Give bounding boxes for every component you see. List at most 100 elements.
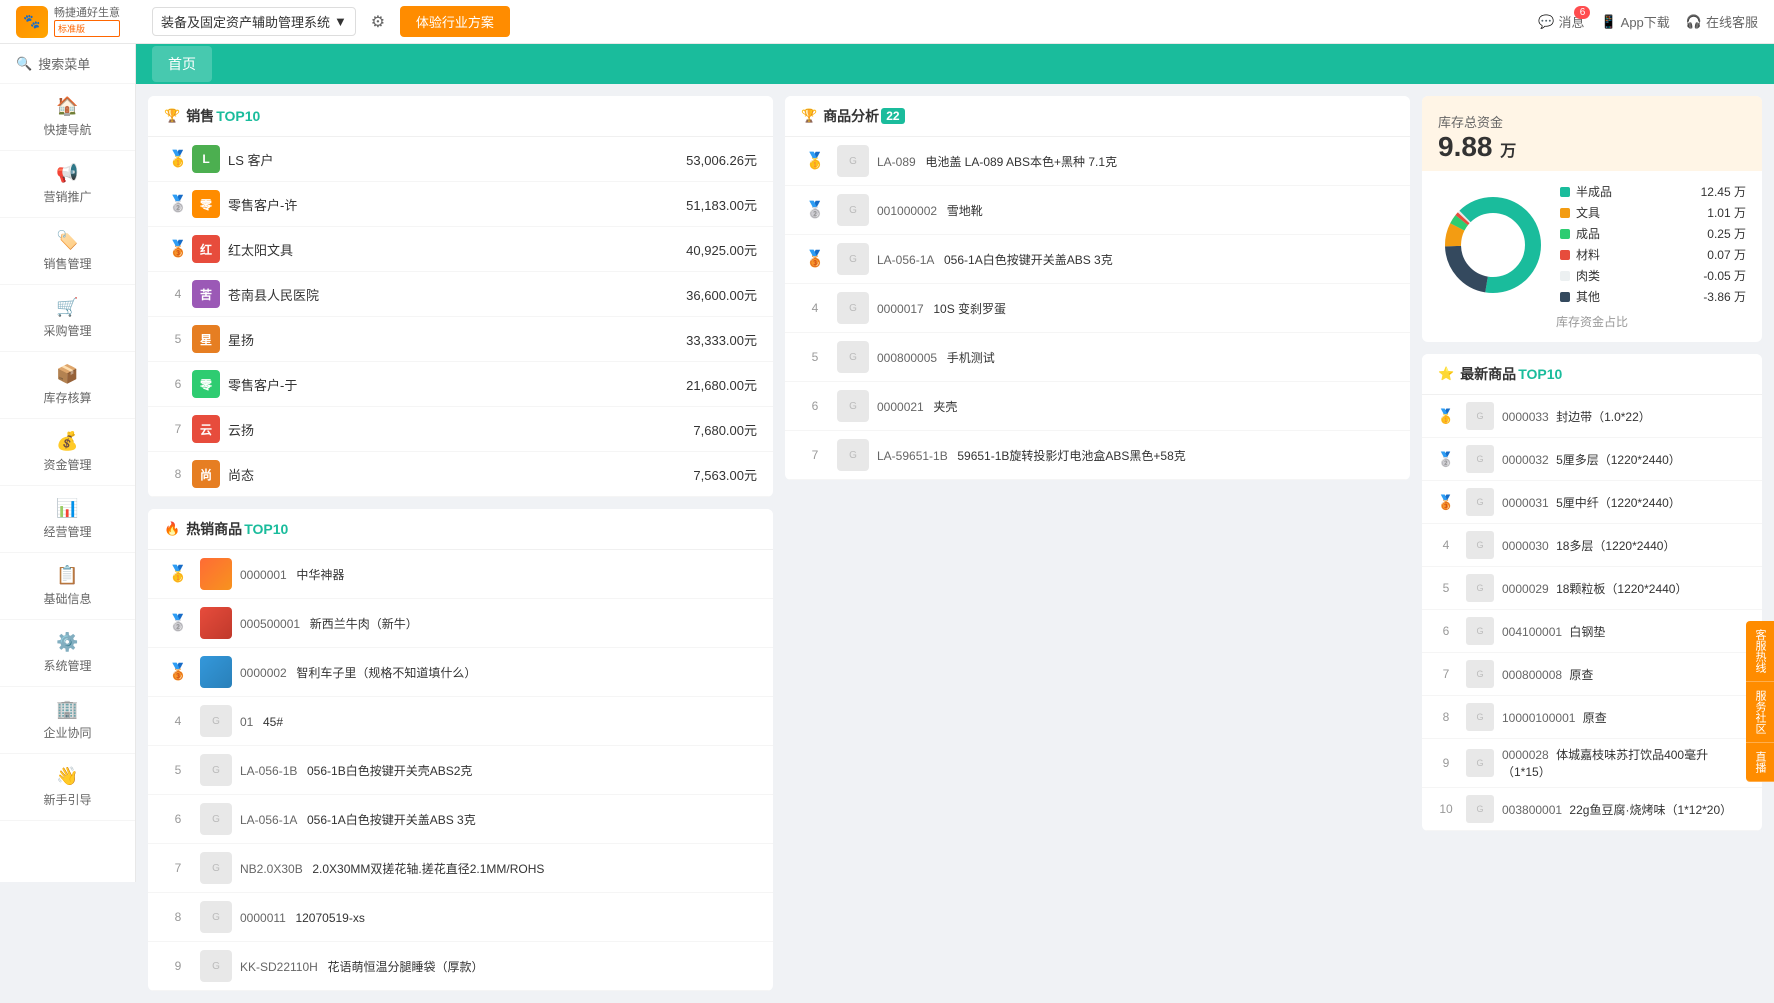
hot-products-card: 🔥 热销商品 TOP10 🥇 0000001 中华神器 🥈 000500001 … [148, 509, 773, 991]
sidebar-item-finance[interactable]: 💰 资金管理 [0, 419, 135, 486]
customer-row[interactable]: 🥉 红 红太阳文具 40,925.00元 [148, 227, 773, 272]
latest-product-row[interactable]: 7 G 000800008 原查 [1422, 653, 1762, 696]
latest-products-card: ⭐ 最新商品 TOP10 🥇 G 0000033 封边带（1.0*22） 🥈 G… [1422, 354, 1762, 831]
app-download-label: App下载 [1621, 12, 1670, 31]
rank-cell: 🥈 [164, 194, 192, 214]
hot-product-row[interactable]: 5 G LA-056-1B 056-1B白色按键开关壳ABS2克 [148, 746, 773, 795]
mid-product-row[interactable]: 🥇 G LA-089 电池盖 LA-089 ABS本色+黑种 7.1克 [785, 137, 1410, 186]
sidebar-item-purchase[interactable]: 🛒 采购管理 [0, 285, 135, 352]
sidebar-item-quick-nav[interactable]: 🏠 快捷导航 [0, 84, 135, 151]
sidebar-item-enterprise[interactable]: 🏢 企业协同 [0, 687, 135, 754]
trial-button[interactable]: 体验行业方案 [400, 6, 510, 37]
customer-row[interactable]: 6 零 零售客户-于 21,680.00元 [148, 362, 773, 407]
hot-products-list: 🥇 0000001 中华神器 🥈 000500001 新西兰牛肉（新牛） 🥉 0… [148, 550, 773, 991]
hot-product-row[interactable]: 6 G LA-056-1A 056-1A白色按键开关盖ABS 3克 [148, 795, 773, 844]
rank-cell: 🥇 [801, 151, 829, 171]
sidebar-search[interactable]: 🔍 搜索菜单 [0, 44, 135, 84]
hot-product-row[interactable]: 7 G NB2.0X30B 2.0X30MM双搓花轴.搓花直径2.1MM/ROH… [148, 844, 773, 893]
latest-product-row[interactable]: 8 G 10000100001 原查 [1422, 696, 1762, 739]
rank-number: 4 [175, 714, 182, 728]
sales-icon: 🏷️ [56, 230, 78, 251]
app-download-button[interactable]: 📱 App下载 [1600, 12, 1669, 31]
sidebar-item-basic-info[interactable]: 📋 基础信息 [0, 553, 135, 620]
product-image [200, 656, 232, 688]
hot-product-row[interactable]: 🥈 000500001 新西兰牛肉（新牛） [148, 599, 773, 648]
rank-cell: 5 [801, 350, 829, 364]
rank-cell: 7 [1434, 667, 1458, 681]
mid-product-row[interactable]: 🥉 G LA-056-1A 056-1A白色按键开关盖ABS 3克 [785, 235, 1410, 284]
search-icon: 🔍 [16, 56, 32, 72]
latest-product-row[interactable]: 4 G 0000030 18多层（1220*2440） [1422, 524, 1762, 567]
latest-product-row[interactable]: 🥉 G 0000031 5厘中纤（1220*2440） [1422, 481, 1762, 524]
sidebar-item-marketing[interactable]: 📢 营销推广 [0, 151, 135, 218]
customer-avatar: 星 [192, 325, 220, 353]
lp-code: 004100001 [1502, 625, 1562, 639]
mid-product-row[interactable]: 🥈 G 001000002 雪地靴 [785, 186, 1410, 235]
product-name: 电池盖 LA-089 ABS本色+黑种 7.1克 [925, 155, 1117, 169]
rank-cell: 7 [164, 422, 192, 436]
hot-product-row[interactable]: 🥇 0000001 中华神器 [148, 550, 773, 599]
inventory-unit: 万 [1500, 143, 1516, 160]
medal-icon: 🥈 [168, 194, 188, 214]
customer-row[interactable]: 4 苦 苍南县人民医院 36,600.00元 [148, 272, 773, 317]
latest-product-row[interactable]: 5 G 0000029 18颗粒板（1220*2440） [1422, 567, 1762, 610]
sidebar-item-inventory[interactable]: 📦 库存核算 [0, 352, 135, 419]
mid-product-row[interactable]: 4 G 0000017 10S 变刹罗蛋 [785, 284, 1410, 333]
customer-row[interactable]: 5 星 星扬 33,333.00元 [148, 317, 773, 362]
hot-product-row[interactable]: 8 G 0000011 12070519-xs [148, 893, 773, 942]
mid-product-row[interactable]: 6 G 0000021 夹壳 [785, 382, 1410, 431]
legend-label-row: 文具 [1560, 204, 1707, 221]
system-selector[interactable]: 装备及固定资产辅助管理系统 ▼ [152, 7, 356, 36]
hot-product-row[interactable]: 🥉 0000002 智利车子里（规格不知道填什么） [148, 648, 773, 697]
online-service-button[interactable]: 🎧 在线客服 [1686, 12, 1758, 31]
legend-value: 12.45 万 [1701, 183, 1746, 200]
cs-live-button[interactable]: 直播 [1746, 743, 1774, 782]
customer-row[interactable]: 8 尚 尚态 7,563.00元 [148, 452, 773, 497]
nav-tab-home[interactable]: 首页 [152, 46, 212, 82]
rank-number: 5 [168, 332, 188, 346]
legend-dot [1560, 250, 1570, 260]
rank-number: 8 [168, 467, 188, 481]
customer-amount: 40,925.00元 [686, 240, 757, 259]
lp-image: G [1466, 445, 1494, 473]
customer-row[interactable]: 🥈 零 零售客户-许 51,183.00元 [148, 182, 773, 227]
inventory-chart-area: 半成品 12.45 万 文具 1.01 万 成品 0.25 万 材料 0.07 … [1422, 171, 1762, 342]
cs-community-button[interactable]: 服务社区 [1746, 682, 1774, 743]
product-name: 056-1B白色按键开关壳ABS2克 [307, 764, 472, 778]
product-name: 45# [263, 715, 283, 729]
sidebar-item-system[interactable]: ⚙️ 系统管理 [0, 620, 135, 687]
gear-button[interactable]: ⚙ [364, 8, 392, 36]
customer-avatar: L [192, 145, 220, 173]
customer-name: 尚态 [228, 465, 693, 484]
mid-product-row[interactable]: 7 G LA-59651-1B 59651-1B旋转投影灯电池盒ABS黑色+58… [785, 431, 1410, 480]
legend-item: 半成品 12.45 万 [1560, 183, 1746, 200]
lp-code: 10000100001 [1502, 711, 1575, 725]
chevron-down-icon: ▼ [334, 14, 347, 29]
medal-icon: 🥈 [805, 200, 825, 220]
latest-product-row[interactable]: 🥈 G 0000032 5厘多层（1220*2440） [1422, 438, 1762, 481]
latest-product-row[interactable]: 10 G 003800001 22g鱼豆腐·烧烤味（1*12*20） [1422, 788, 1762, 831]
product-code: 01 [240, 715, 253, 729]
latest-product-row[interactable]: 🥇 G 0000033 封边带（1.0*22） [1422, 395, 1762, 438]
legend-name: 文具 [1576, 204, 1600, 221]
sidebar-item-operations[interactable]: 📊 经营管理 [0, 486, 135, 553]
sidebar-item-guide[interactable]: 👋 新手引导 [0, 754, 135, 821]
latest-product-row[interactable]: 9 G 0000028 体城嘉枝味苏打饮品400毫升（1*15） [1422, 739, 1762, 788]
customer-row[interactable]: 7 云 云扬 7,680.00元 [148, 407, 773, 452]
hot-product-row[interactable]: 4 G 01 45# [148, 697, 773, 746]
legend-dot [1560, 187, 1570, 197]
search-label: 搜索菜单 [38, 54, 90, 73]
latest-product-row[interactable]: 6 G 004100001 白钢垫 [1422, 610, 1762, 653]
customer-row[interactable]: 🥇 L LS 客户 53,006.26元 [148, 137, 773, 182]
sidebar-item-sales[interactable]: 🏷️ 销售管理 [0, 218, 135, 285]
product-code: 0000011 [240, 911, 286, 925]
hot-product-row[interactable]: 9 G KK-SD22110H 花语萌恒温分腿睡袋（厚款） [148, 942, 773, 991]
rank-cell: 🥉 [164, 662, 192, 682]
content-grid: 🏆 销售 TOP10 🥇 L LS 客户 53,006.26元 🥈 零 零售客户… [136, 84, 1774, 1003]
product-image [200, 607, 232, 639]
lp-info: 000800008 原查 [1502, 666, 1750, 683]
cs-hotline-button[interactable]: 客服热线 [1746, 621, 1774, 682]
mid-product-row[interactable]: 5 G 000800005 手机测试 [785, 333, 1410, 382]
message-button[interactable]: 💬 消息 6 [1538, 12, 1584, 31]
medal-icon: 🥉 [168, 662, 188, 682]
